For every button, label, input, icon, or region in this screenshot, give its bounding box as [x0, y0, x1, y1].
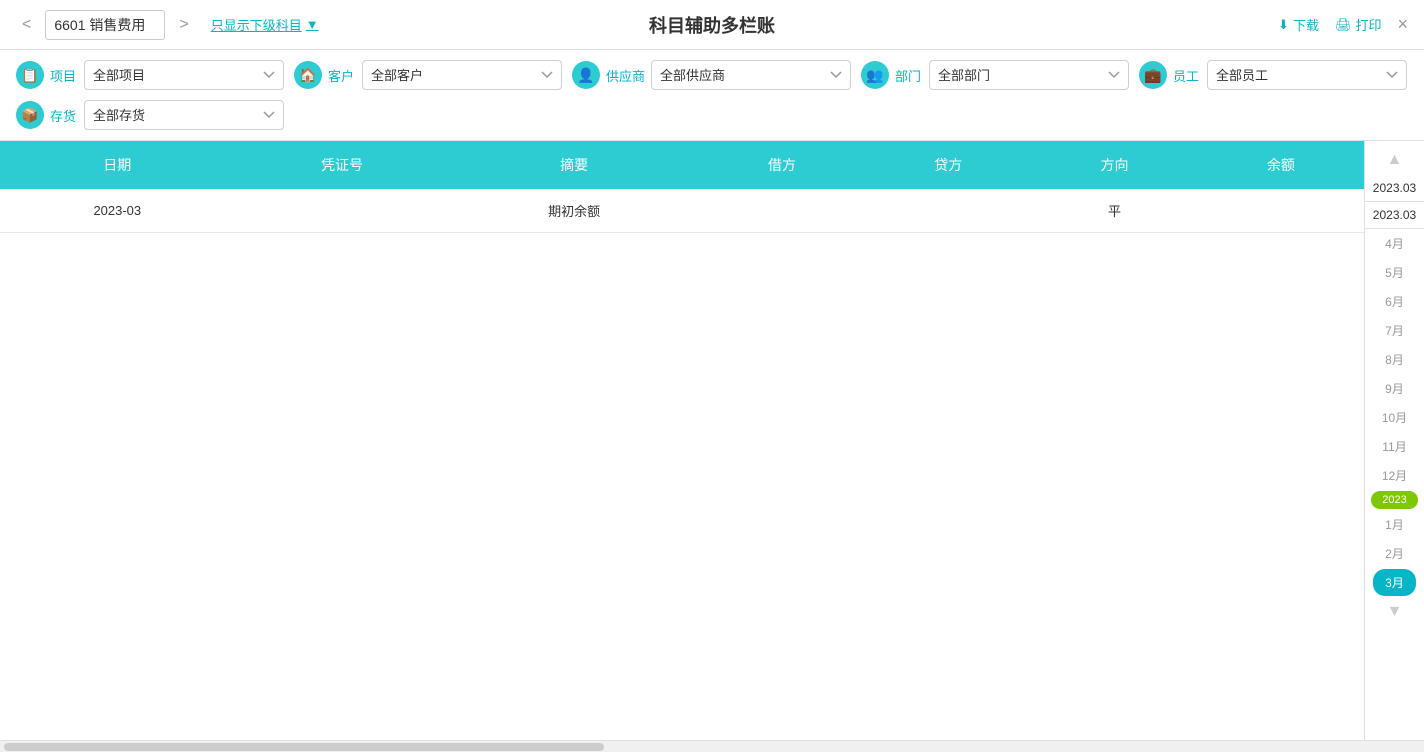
month-3-active[interactable]: 3月 [1373, 569, 1416, 596]
title-bar-right: ⬇ 下载 🖨 打印 × [1278, 14, 1408, 35]
filter-group-supplier: 👤 供应商 全部供应商 [572, 60, 851, 90]
page-title: 科目辅助多栏账 [649, 12, 775, 38]
cell-voucher [235, 189, 450, 233]
employee-icon: 💼 [1139, 61, 1167, 89]
customer-icon: 🏠 [294, 61, 322, 89]
print-icon: 🖨 [1335, 17, 1352, 33]
col-direction: 方向 [1031, 141, 1197, 189]
col-date: 日期 [0, 141, 235, 189]
department-icon: 👥 [861, 61, 889, 89]
department-select[interactable]: 全部部门 [929, 60, 1129, 90]
cell-debit [699, 189, 865, 233]
project-icon: 📋 [16, 61, 44, 89]
cell-summary: 期初余额 [449, 189, 698, 233]
col-voucher: 凭证号 [235, 141, 450, 189]
supplier-select[interactable]: 全部供应商 [651, 60, 851, 90]
cell-balance [1198, 189, 1364, 233]
month-5[interactable]: 5月 [1365, 258, 1424, 287]
title-bar: < 6601 销售费用 > 只显示下级科目 ▼ 科目辅助多栏账 ⬇ 下载 🖨 打… [0, 0, 1424, 50]
project-label: 项目 [50, 66, 78, 85]
employee-select[interactable]: 全部员工 [1207, 60, 1407, 90]
filter-group-inventory: 📦 存货 全部存货 [16, 100, 284, 130]
print-button[interactable]: 🖨 打印 [1335, 15, 1382, 34]
month-8[interactable]: 8月 [1365, 345, 1424, 374]
download-button[interactable]: ⬇ 下载 [1278, 15, 1319, 34]
print-label: 打印 [1355, 15, 1381, 34]
month-10[interactable]: 10月 [1365, 403, 1424, 432]
inventory-icon: 📦 [16, 101, 44, 129]
account-code-display: 6601 销售费用 [45, 10, 165, 40]
col-summary: 摘要 [449, 141, 698, 189]
scrollbar-thumb[interactable] [4, 743, 604, 751]
title-bar-left: < 6601 销售费用 > 只显示下级科目 ▼ [16, 10, 327, 40]
table-header-row: 日期 凭证号 摘要 借方 贷方 方向 余额 [0, 141, 1364, 189]
month-4[interactable]: 4月 [1365, 229, 1424, 258]
month-9[interactable]: 9月 [1365, 374, 1424, 403]
month-7[interactable]: 7月 [1365, 316, 1424, 345]
col-balance: 余额 [1198, 141, 1364, 189]
month-12[interactable]: 12月 [1365, 461, 1424, 490]
horizontal-scrollbar[interactable] [0, 740, 1424, 752]
filter-group-department: 👥 部门 全部部门 [861, 60, 1129, 90]
employee-label: 员工 [1173, 66, 1201, 85]
inventory-label: 存货 [50, 106, 78, 125]
download-icon: ⬇ [1278, 17, 1289, 33]
col-debit: 借方 [699, 141, 865, 189]
month-nav-up-button[interactable]: ▲ [1365, 145, 1424, 175]
close-button[interactable]: × [1397, 14, 1408, 35]
month-11[interactable]: 11月 [1365, 432, 1424, 461]
col-credit: 贷方 [865, 141, 1031, 189]
month-6[interactable]: 6月 [1365, 287, 1424, 316]
show-sub-accounts-button[interactable]: 只显示下级科目 ▼ [203, 11, 327, 38]
download-label: 下载 [1293, 15, 1319, 34]
cell-date: 2023-03 [0, 189, 235, 233]
supplier-label: 供应商 [606, 66, 645, 85]
project-select[interactable]: 全部项目 [84, 60, 284, 90]
month-top-selected-1[interactable]: 2023.03 [1365, 175, 1424, 202]
inventory-select[interactable]: 全部存货 [84, 100, 284, 130]
main-window: < 6601 销售费用 > 只显示下级科目 ▼ 科目辅助多栏账 ⬇ 下载 🖨 打… [0, 0, 1424, 752]
month-1[interactable]: 1月 [1365, 510, 1424, 539]
nav-prev-button[interactable]: < [16, 14, 37, 36]
show-sub-label: 只显示下级科目 [211, 15, 302, 34]
filter-group-employee: 💼 员工 全部员工 [1139, 60, 1407, 90]
month-top-selected-2[interactable]: 2023.03 [1365, 202, 1424, 229]
cell-direction: 平 [1031, 189, 1197, 233]
month-nav: ▲ 2023.03 2023.03 4月 5月 6月 7月 8月 9月 10月 … [1364, 141, 1424, 740]
customer-label: 客户 [328, 66, 356, 85]
filter-group-project: 📋 项目 全部项目 [16, 60, 284, 90]
filter-bar: 📋 项目 全部项目 🏠 客户 全部客户 👤 供应商 全部供应商 👥 部门 全 [0, 50, 1424, 141]
dropdown-arrow-icon: ▼ [306, 17, 319, 32]
year-2023-badge[interactable]: 2023 [1371, 491, 1418, 509]
cell-credit [865, 189, 1031, 233]
ledger-table: 日期 凭证号 摘要 借方 贷方 方向 余额 2023-03 期初余额 [0, 141, 1364, 233]
supplier-icon: 👤 [572, 61, 600, 89]
customer-select[interactable]: 全部客户 [362, 60, 562, 90]
nav-next-button[interactable]: > [173, 14, 194, 36]
filter-group-customer: 🏠 客户 全部客户 [294, 60, 562, 90]
month-2[interactable]: 2月 [1365, 539, 1424, 568]
department-label: 部门 [895, 66, 923, 85]
table-row: 2023-03 期初余额 平 [0, 189, 1364, 233]
month-nav-down-button[interactable]: ▼ [1365, 597, 1424, 627]
main-content: 日期 凭证号 摘要 借方 贷方 方向 余额 2023-03 期初余额 [0, 141, 1424, 740]
table-area[interactable]: 日期 凭证号 摘要 借方 贷方 方向 余额 2023-03 期初余额 [0, 141, 1364, 740]
